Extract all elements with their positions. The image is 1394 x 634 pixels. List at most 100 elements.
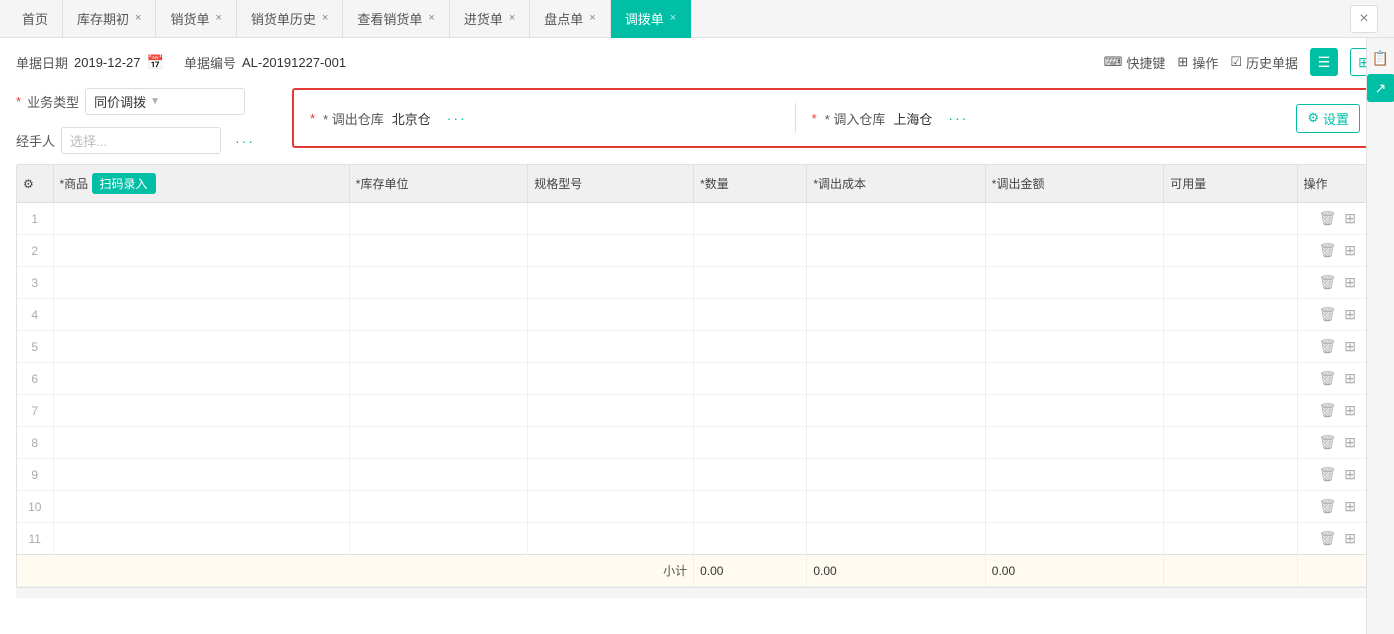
settings-btn-wrapper: ⚙ 设置 — [1296, 104, 1360, 133]
delete-icon-3[interactable]: 🗑 — [1318, 274, 1336, 291]
warehouse-out-field: * * 调出仓库 北京仓 ··· — [310, 109, 779, 128]
cell-product-9[interactable] — [53, 459, 349, 491]
scan-btn[interactable]: 扫码录入 — [92, 173, 156, 194]
cell-available-3 — [1164, 267, 1297, 299]
cell-product-4[interactable] — [53, 299, 349, 331]
date-field: 单据日期 2019-12-27 📅 — [16, 53, 164, 72]
table-row: 3 🗑 ⊞ — [17, 267, 1377, 299]
copy-icon-11[interactable]: ⊞ — [1344, 530, 1356, 547]
delete-icon-7[interactable]: 🗑 — [1318, 402, 1336, 419]
cell-cost-4 — [807, 299, 985, 331]
tab-purchase-order-close[interactable]: × — [509, 13, 515, 24]
warehouse-out-more-btn[interactable]: ··· — [447, 110, 467, 126]
tab-stocktake[interactable]: 盘点单 × — [530, 0, 610, 38]
sidebar-notes-icon[interactable]: 📋 — [1369, 46, 1393, 70]
cell-product-2[interactable] — [53, 235, 349, 267]
shortcut-action[interactable]: ⌨ 快捷键 — [1104, 53, 1166, 72]
cell-amount-11 — [985, 523, 1163, 555]
copy-icon-6[interactable]: ⊞ — [1344, 370, 1356, 387]
business-type-required: * — [16, 94, 21, 109]
business-type-value: 同价调拨 — [94, 92, 146, 111]
cell-cost-9 — [807, 459, 985, 491]
cell-ops-9: 🗑 ⊞ — [1297, 459, 1377, 491]
delete-icon-11[interactable]: 🗑 — [1318, 530, 1336, 547]
row-num-6: 6 — [17, 363, 53, 395]
person-more-btn[interactable]: ··· — [235, 133, 255, 149]
cell-unit-2 — [349, 235, 527, 267]
delete-icon-8[interactable]: 🗑 — [1318, 434, 1336, 451]
tab-home[interactable]: 首页 — [8, 0, 63, 38]
tab-stocktake-close[interactable]: × — [589, 13, 595, 24]
cell-product-7[interactable] — [53, 395, 349, 427]
tab-purchase-order[interactable]: 进货单 × — [450, 0, 530, 38]
delete-icon-2[interactable]: 🗑 — [1318, 242, 1336, 259]
copy-icon-2[interactable]: ⊞ — [1344, 242, 1356, 259]
tab-sales-order-close[interactable]: × — [215, 13, 221, 24]
window-close-button[interactable]: × — [1350, 5, 1378, 33]
copy-icon-5[interactable]: ⊞ — [1344, 338, 1356, 355]
delete-icon-1[interactable]: 🗑 — [1318, 210, 1336, 227]
sidebar-export-icon[interactable]: ↗ — [1367, 74, 1394, 102]
row-num-7: 7 — [17, 395, 53, 427]
business-type-select[interactable]: 同价调拨 ▼ — [85, 88, 245, 115]
copy-icon-4[interactable]: ⊞ — [1344, 306, 1356, 323]
cell-qty-9 — [694, 459, 807, 491]
scroll-area — [16, 588, 1378, 598]
warehouse-divider — [795, 103, 796, 133]
cell-product-6[interactable] — [53, 363, 349, 395]
delete-icon-10[interactable]: 🗑 — [1318, 498, 1336, 515]
warehouse-in-label: * 调入仓库 — [825, 109, 886, 128]
cell-amount-8 — [985, 427, 1163, 459]
tab-sales-history-close[interactable]: × — [322, 13, 328, 24]
copy-icon-8[interactable]: ⊞ — [1344, 434, 1356, 451]
cell-product-10[interactable] — [53, 491, 349, 523]
tab-transfer[interactable]: 调拨单 × — [611, 0, 691, 38]
tab-sales-history[interactable]: 销货单历史 × — [237, 0, 343, 38]
delete-icon-4[interactable]: 🗑 — [1318, 306, 1336, 323]
delete-icon-9[interactable]: 🗑 — [1318, 466, 1336, 483]
cell-spec-4 — [528, 299, 694, 331]
history-label: 历史单据 — [1246, 53, 1298, 72]
cell-product-5[interactable] — [53, 331, 349, 363]
cell-amount-9 — [985, 459, 1163, 491]
form-section: * 业务类型 同价调拨 ▼ 经手人 选择... ··· * * 调出仓库 北京仓 — [16, 88, 1378, 154]
cell-product-8[interactable] — [53, 427, 349, 459]
cell-product-1[interactable] — [53, 203, 349, 235]
tab-view-sales[interactable]: 查看销货单 × — [343, 0, 449, 38]
subtotal-amount: 0.00 — [985, 555, 1163, 587]
settings-button[interactable]: ⚙ 设置 — [1296, 104, 1360, 133]
tab-view-sales-close[interactable]: × — [428, 13, 434, 24]
tab-home-label: 首页 — [22, 9, 48, 28]
delete-icon-5[interactable]: 🗑 — [1318, 338, 1336, 355]
tab-inventory-init[interactable]: 库存期初 × — [63, 0, 156, 38]
copy-icon-3[interactable]: ⊞ — [1344, 274, 1356, 291]
operations-action[interactable]: ⊞ 操作 — [1177, 53, 1218, 72]
warehouse-in-more-btn[interactable]: ··· — [948, 110, 968, 126]
copy-icon-7[interactable]: ⊞ — [1344, 402, 1356, 419]
cell-available-11 — [1164, 523, 1297, 555]
table-row: 6 🗑 ⊞ — [17, 363, 1377, 395]
cell-ops-7: 🗑 ⊞ — [1297, 395, 1377, 427]
cell-product-3[interactable] — [53, 267, 349, 299]
cell-ops-10: 🗑 ⊞ — [1297, 491, 1377, 523]
tab-inventory-init-close[interactable]: × — [135, 13, 141, 24]
th-cost: *调出成本 — [807, 165, 985, 203]
cell-unit-3 — [349, 267, 527, 299]
person-select[interactable]: 选择... — [61, 127, 221, 154]
header-top: 单据日期 2019-12-27 📅 单据编号 AL-20191227-001 ⌨… — [16, 48, 1378, 76]
table-row: 8 🗑 ⊞ — [17, 427, 1377, 459]
tab-bar-end: × — [1350, 5, 1386, 33]
tab-transfer-close[interactable]: × — [670, 13, 676, 24]
tab-purchase-order-label: 进货单 — [464, 9, 503, 28]
copy-icon-1[interactable]: ⊞ — [1344, 210, 1356, 227]
th-gear[interactable]: ⚙ — [17, 165, 53, 203]
calendar-icon[interactable]: 📅 — [147, 54, 164, 71]
history-action[interactable]: ☑ 历史单据 — [1230, 53, 1298, 72]
tab-sales-order[interactable]: 销货单 × — [156, 0, 236, 38]
cell-amount-10 — [985, 491, 1163, 523]
cell-product-11[interactable] — [53, 523, 349, 555]
delete-icon-6[interactable]: 🗑 — [1318, 370, 1336, 387]
copy-icon-10[interactable]: ⊞ — [1344, 498, 1356, 515]
copy-icon-9[interactable]: ⊞ — [1344, 466, 1356, 483]
view-toggle-list[interactable]: ☰ — [1310, 48, 1338, 76]
